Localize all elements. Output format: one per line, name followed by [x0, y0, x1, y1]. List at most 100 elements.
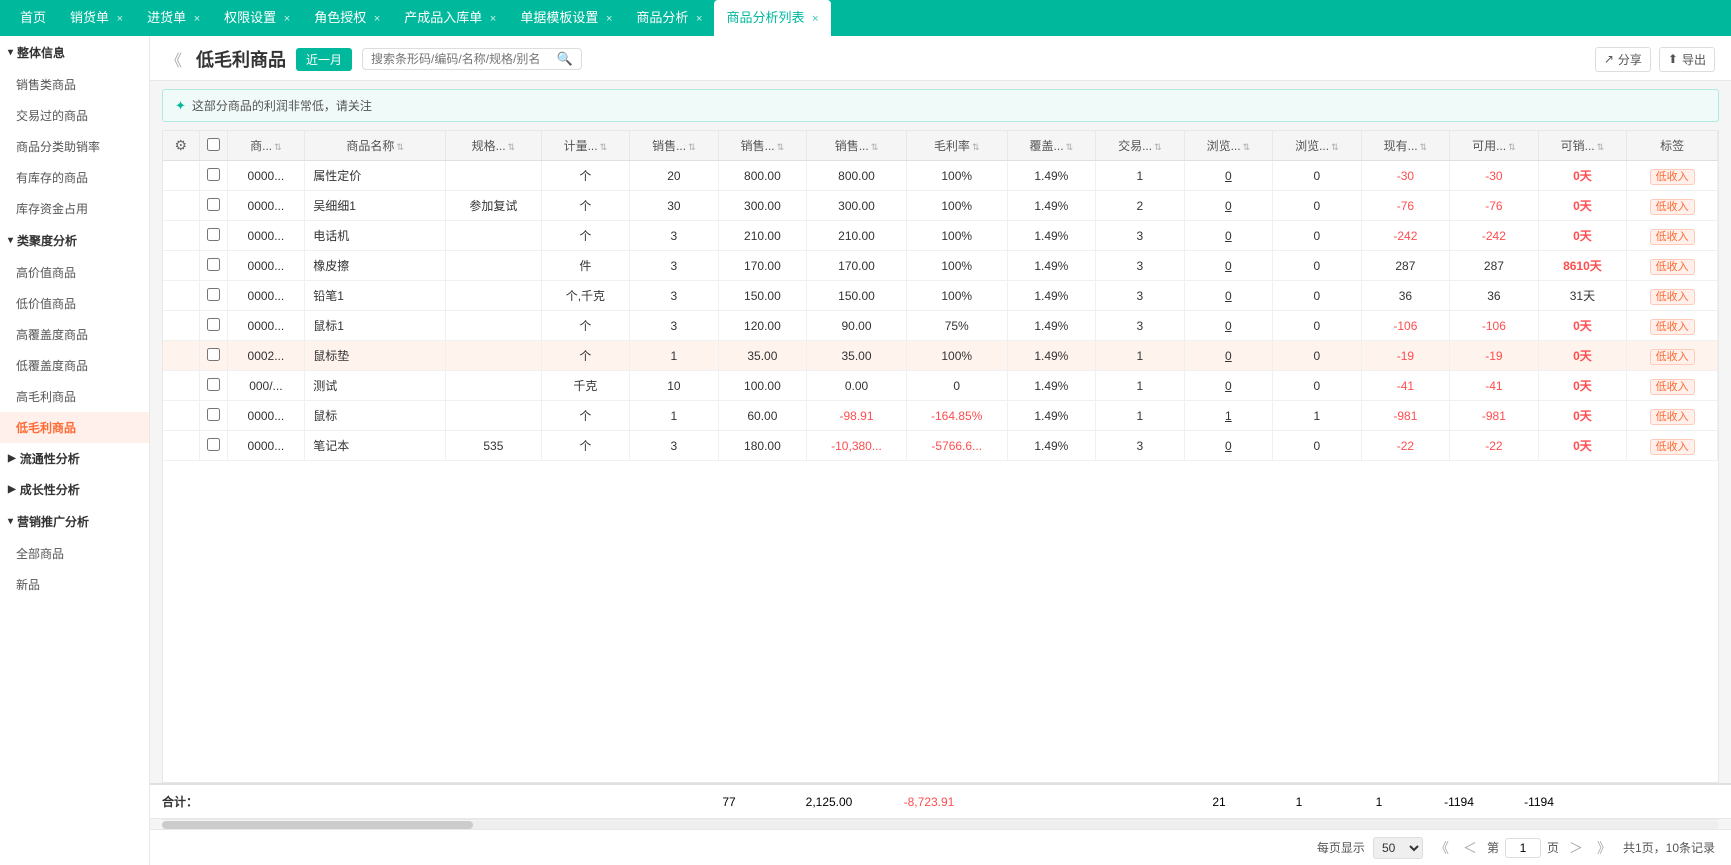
- col-spec[interactable]: 规格...⇅: [446, 131, 541, 161]
- sidebar-item-new-goods[interactable]: 新品: [0, 569, 149, 600]
- close-permission-icon[interactable]: ×: [284, 13, 290, 25]
- sidebar-collapse-btn[interactable]: 《: [166, 47, 182, 71]
- sidebar-item-category-rate[interactable]: 商品分类助销率: [0, 131, 149, 162]
- cell-stock1: -22: [1361, 431, 1450, 461]
- nav-permission-settings[interactable]: 权限设置 ×: [212, 0, 302, 36]
- sidebar-item-low-margin[interactable]: 低毛利商品: [0, 412, 149, 443]
- time-filter-button[interactable]: 近一月: [296, 48, 352, 71]
- browse1-link[interactable]: 0: [1225, 289, 1232, 303]
- row-checkbox[interactable]: [207, 318, 220, 331]
- nav-product-analysis[interactable]: 商品分析 ×: [624, 0, 714, 36]
- scrollbar-thumb[interactable]: [162, 821, 473, 829]
- sidebar-section-cluster[interactable]: ▾ 类聚度分析: [0, 224, 149, 257]
- prev-btn[interactable]: ＜: [1459, 838, 1481, 858]
- cell-sales3: 210.00: [807, 221, 907, 251]
- close-template-icon[interactable]: ×: [606, 13, 612, 25]
- row-checkbox[interactable]: [207, 438, 220, 451]
- page-input[interactable]: [1505, 838, 1541, 858]
- sidebar-section-growth[interactable]: ▶ 成长性分析: [0, 474, 149, 505]
- col-unit[interactable]: 计量...⇅: [541, 131, 630, 161]
- nav-product-analysis-list[interactable]: 商品分析列表 ×: [714, 0, 830, 36]
- browse1-link[interactable]: 0: [1225, 199, 1232, 213]
- sidebar-item-all-goods[interactable]: 全部商品: [0, 538, 149, 569]
- col-settings[interactable]: ⚙: [163, 131, 199, 161]
- cell-transaction: 1: [1096, 161, 1185, 191]
- sidebar-item-low-value[interactable]: 低价值商品: [0, 288, 149, 319]
- close-product-icon[interactable]: ×: [490, 13, 496, 25]
- nav-template-settings[interactable]: 单据模板设置 ×: [508, 0, 624, 36]
- col-browse1[interactable]: 浏览...⇅: [1184, 131, 1273, 161]
- close-analysis-icon[interactable]: ×: [696, 13, 702, 25]
- cell-settings: [163, 251, 199, 281]
- row-checkbox[interactable]: [207, 228, 220, 241]
- sidebar-item-high-coverage[interactable]: 高覆盖度商品: [0, 319, 149, 350]
- cell-gross: 100%: [906, 161, 1007, 191]
- close-sales-order-icon[interactable]: ×: [117, 13, 123, 25]
- export-button[interactable]: ⬆ 导出: [1659, 47, 1715, 72]
- sidebar-section-overall[interactable]: ▾ 整体信息: [0, 36, 149, 69]
- row-checkbox[interactable]: [207, 258, 220, 271]
- cell-stock1: -76: [1361, 191, 1450, 221]
- browse1-link[interactable]: 0: [1225, 229, 1232, 243]
- col-code[interactable]: 商...⇅: [227, 131, 305, 161]
- nav-purchase-order[interactable]: 进货单 ×: [135, 0, 212, 36]
- close-role-icon[interactable]: ×: [374, 13, 380, 25]
- sidebar-item-sales-goods[interactable]: 销售类商品: [0, 69, 149, 100]
- sidebar-section-marketing[interactable]: ▾ 营销推广分析: [0, 505, 149, 538]
- browse1-link[interactable]: 0: [1225, 379, 1232, 393]
- sidebar-item-traded-goods[interactable]: 交易过的商品: [0, 100, 149, 131]
- nav-home[interactable]: 首页: [8, 0, 58, 36]
- browse1-link[interactable]: 0: [1225, 169, 1232, 183]
- row-checkbox[interactable]: [207, 288, 220, 301]
- col-transaction[interactable]: 交易...⇅: [1096, 131, 1185, 161]
- search-input[interactable]: [371, 52, 557, 66]
- col-sales3[interactable]: 销售...⇅: [807, 131, 907, 161]
- row-checkbox[interactable]: [207, 348, 220, 361]
- table-row: 0002... 鼠标垫 个 1 35.00 35.00 100% 1.49% 1…: [163, 341, 1718, 371]
- col-days[interactable]: 可销...⇅: [1538, 131, 1627, 161]
- row-checkbox[interactable]: [207, 378, 220, 391]
- next-btn[interactable]: ＞: [1565, 838, 1587, 858]
- cell-sales1: 10: [630, 371, 719, 401]
- search-icon[interactable]: 🔍: [557, 51, 573, 67]
- scrollbar-area[interactable]: [162, 819, 1719, 829]
- data-table: ⚙ 商...⇅ 商品名称⇅ 规格...⇅ 计量...⇅ 销售...⇅ 销售...…: [163, 131, 1718, 461]
- sidebar-item-stocked-goods[interactable]: 有库存的商品: [0, 162, 149, 193]
- close-list-icon[interactable]: ×: [812, 13, 818, 25]
- share-button[interactable]: ↗ 分享: [1595, 47, 1651, 72]
- browse1-link[interactable]: 1: [1225, 409, 1232, 423]
- row-checkbox[interactable]: [207, 408, 220, 421]
- browse1-link[interactable]: 0: [1225, 259, 1232, 273]
- col-browse2[interactable]: 浏览...⇅: [1273, 131, 1362, 161]
- col-name[interactable]: 商品名称⇅: [305, 131, 446, 161]
- col-checkbox-header[interactable]: [199, 131, 227, 161]
- cell-sales1: 3: [630, 221, 719, 251]
- per-page-select[interactable]: 50 100 200: [1373, 837, 1423, 859]
- row-checkbox[interactable]: [207, 168, 220, 181]
- col-gross[interactable]: 毛利率⇅: [906, 131, 1007, 161]
- sidebar-item-high-value[interactable]: 高价值商品: [0, 257, 149, 288]
- col-sales1[interactable]: 销售...⇅: [630, 131, 719, 161]
- nav-role-auth[interactable]: 角色授权 ×: [302, 0, 392, 36]
- next-page-btn[interactable]: 》: [1593, 838, 1615, 858]
- cell-unit: 个: [541, 401, 630, 431]
- close-purchase-icon[interactable]: ×: [194, 13, 200, 25]
- browse1-link[interactable]: 0: [1225, 319, 1232, 333]
- row-checkbox[interactable]: [207, 198, 220, 211]
- sidebar-section-circulation[interactable]: ▶ 流通性分析: [0, 443, 149, 474]
- prev-page-btn[interactable]: 《: [1431, 838, 1453, 858]
- data-table-wrapper[interactable]: ⚙ 商...⇅ 商品名称⇅ 规格...⇅ 计量...⇅ 销售...⇅ 销售...…: [162, 130, 1719, 783]
- settings-gear-icon[interactable]: ⚙: [174, 137, 187, 153]
- col-coverage[interactable]: 覆盖...⇅: [1007, 131, 1096, 161]
- col-sales2[interactable]: 销售...⇅: [718, 131, 807, 161]
- sidebar-item-capital[interactable]: 库存资金占用: [0, 193, 149, 224]
- browse1-link[interactable]: 0: [1225, 349, 1232, 363]
- nav-sales-order[interactable]: 销货单 ×: [58, 0, 135, 36]
- sidebar-item-low-coverage[interactable]: 低覆盖度商品: [0, 350, 149, 381]
- col-stock2[interactable]: 可用...⇅: [1450, 131, 1539, 161]
- nav-product-entry[interactable]: 产成品入库单 ×: [392, 0, 508, 36]
- browse1-link[interactable]: 0: [1225, 439, 1232, 453]
- sidebar-item-high-margin[interactable]: 高毛利商品: [0, 381, 149, 412]
- select-all-checkbox[interactable]: [207, 138, 220, 151]
- col-stock1[interactable]: 现有...⇅: [1361, 131, 1450, 161]
